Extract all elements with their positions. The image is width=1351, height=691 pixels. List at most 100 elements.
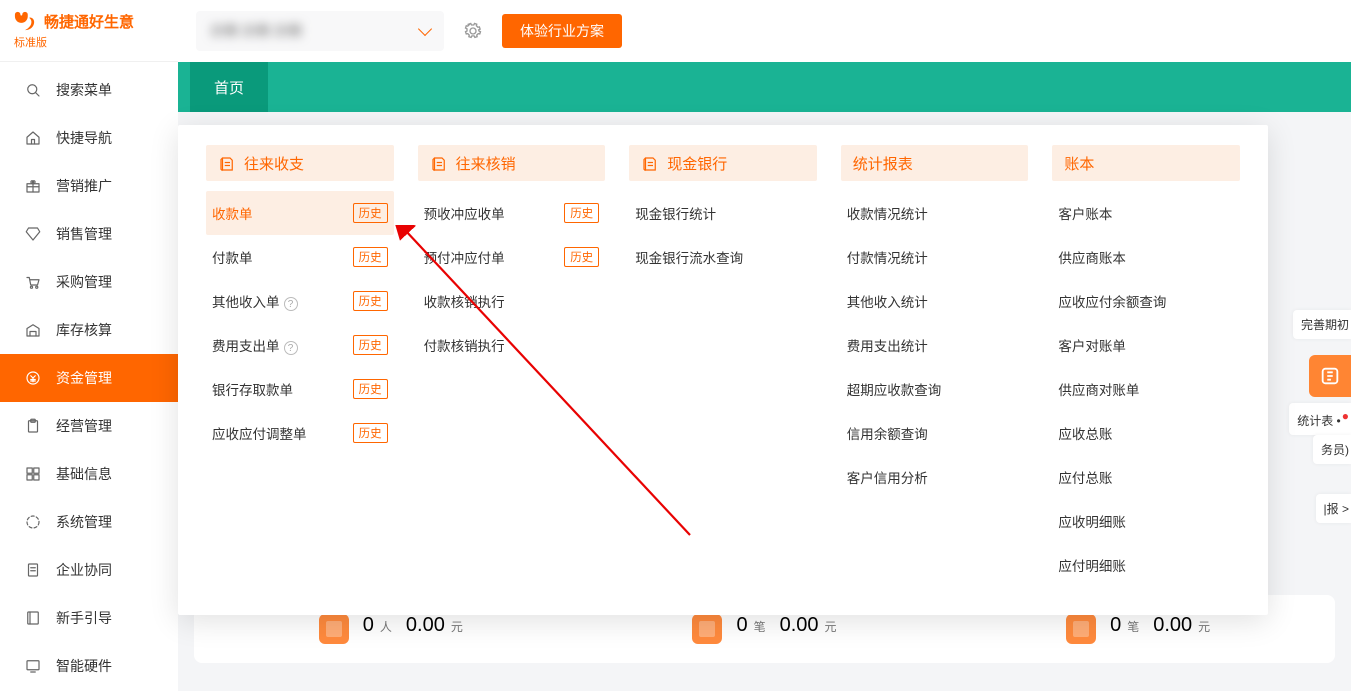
mega-column-3: 统计报表收款情况统计付款情况统计其他收入统计费用支出统计超期应收款查询信用余额查… [829,145,1041,595]
mega-item-3-1[interactable]: 付款情况统计 [841,235,1029,279]
mega-column-head: 账本 [1052,145,1240,181]
history-tag[interactable]: 历史 [353,203,388,223]
mega-item-3-3[interactable]: 费用支出统计 [841,323,1029,367]
nav-item-1[interactable]: 快捷导航 [0,114,178,162]
mega-item-3-2[interactable]: 其他收入统计 [841,279,1029,323]
mega-item-4-5[interactable]: 应收总账 [1052,411,1240,455]
right-shortcut-setup[interactable]: 完善期初 [1293,310,1351,339]
nav-item-9[interactable]: 系统管理 [0,498,178,546]
stat-c-currency: 元 [1198,618,1210,635]
mega-list: 预收冲应收单历史预付冲应付单历史收款核销执行付款核销执行 [418,191,606,367]
history-tag[interactable]: 历史 [353,423,388,443]
right-shortcut-staff[interactable]: 务员) [1313,435,1351,464]
right-shortcut-stats[interactable]: 统计表 •● [1289,403,1351,435]
grid-icon [24,465,42,483]
stat-c-icon [1066,614,1096,644]
stat-a-unit: 人 [380,618,392,635]
nav-item-6[interactable]: 资金管理 [0,354,178,402]
mega-item-label: 供应商账本 [1058,247,1126,267]
mega-item-1-0[interactable]: 预收冲应收单历史 [418,191,606,235]
nav-item-2[interactable]: 营销推广 [0,162,178,210]
nav-item-0[interactable]: 搜索菜单 [0,66,178,114]
org-selector-label: 示例 示例 示例 [210,21,302,41]
mega-item-4-0[interactable]: 客户账本 [1052,191,1240,235]
mega-item-3-6[interactable]: 客户信用分析 [841,455,1029,499]
mega-item-label: 信用余额查询 [847,423,928,443]
history-tag[interactable]: 历史 [353,247,388,267]
mega-item-4-6[interactable]: 应付总账 [1052,455,1240,499]
right-badge-icon[interactable] [1309,355,1351,397]
mega-item-4-2[interactable]: 应收应付余额查询 [1052,279,1240,323]
history-tag[interactable]: 历史 [353,291,388,311]
mega-item-4-3[interactable]: 客户对账单 [1052,323,1240,367]
mega-item-4-1[interactable]: 供应商账本 [1052,235,1240,279]
mega-item-label: 应收明细账 [1058,511,1126,531]
mega-item-0-0[interactable]: 收款单历史 [206,191,394,235]
tab-home[interactable]: 首页 [190,62,268,112]
mega-item-2-1[interactable]: 现金银行流水查询 [629,235,817,279]
stat-a-amount: 0.00 [406,614,445,637]
mega-item-label: 超期应收款查询 [847,379,942,399]
mega-item-4-8[interactable]: 应付明细账 [1052,543,1240,587]
doc-icon [218,154,236,172]
mega-item-2-0[interactable]: 现金银行统计 [629,191,817,235]
settings-button[interactable] [458,16,488,46]
nav-item-label: 采购管理 [56,272,112,292]
experience-plan-button[interactable]: 体验行业方案 [502,14,622,48]
history-tag[interactable]: 历史 [353,335,388,355]
mega-item-0-3[interactable]: 费用支出单? 历史 [206,323,394,367]
stat-a: 0 人 0.00 元 [319,614,463,644]
mega-item-label: 付款核销执行 [424,335,505,355]
nav-item-4[interactable]: 采购管理 [0,258,178,306]
mega-list: 收款情况统计付款情况统计其他收入统计费用支出统计超期应收款查询信用余额查询客户信… [841,191,1029,499]
mega-column-head: 统计报表 [841,145,1029,181]
mega-item-3-5[interactable]: 信用余额查询 [841,411,1029,455]
book-icon [24,609,42,627]
stat-b: 0 笔 0.00 元 [692,614,836,644]
stat-a-currency: 元 [451,618,463,635]
cart-icon [24,273,42,291]
mega-item-label: 费用支出单? [212,335,298,356]
nav-item-11[interactable]: 新手引导 [0,594,178,642]
brand-subtitle: 标准版 [14,34,164,50]
mega-item-label: 银行存取款单 [212,379,293,399]
mega-column-title: 往来收支 [244,153,304,174]
nav-item-5[interactable]: 库存核算 [0,306,178,354]
nav-item-10[interactable]: 企业协同 [0,546,178,594]
mega-item-4-4[interactable]: 供应商对账单 [1052,367,1240,411]
help-icon: ? [284,341,298,355]
home-icon [24,129,42,147]
history-tag[interactable]: 历史 [353,379,388,399]
mega-item-label: 应收应付调整单 [212,423,307,443]
mega-item-0-2[interactable]: 其他收入单?历史 [206,279,394,323]
nav-item-label: 销售管理 [56,224,112,244]
gift-icon [24,177,42,195]
mega-column-title: 统计报表 [853,153,913,174]
mega-item-1-1[interactable]: 预付冲应付单历史 [418,235,606,279]
history-tag[interactable]: 历史 [564,203,599,223]
mega-item-0-5[interactable]: 应收应付调整单 历史 [206,411,394,455]
stat-b-amount: 0.00 [780,614,819,637]
mega-item-label: 客户信用分析 [847,467,928,487]
mega-list: 客户账本供应商账本应收应付余额查询客户对账单供应商对账单应收总账应付总账应收明细… [1052,191,1240,587]
ring-icon [24,513,42,531]
nav-item-12[interactable]: 智能硬件 [0,642,178,690]
mega-item-3-4[interactable]: 超期应收款查询 [841,367,1029,411]
nav-item-8[interactable]: 基础信息 [0,450,178,498]
nav-item-7[interactable]: 经营管理 [0,402,178,450]
nav-item-label: 智能硬件 [56,656,112,676]
stat-a-icon [319,614,349,644]
mega-item-4-7[interactable]: 应收明细账 [1052,499,1240,543]
org-selector[interactable]: 示例 示例 示例 [196,11,444,51]
mega-item-1-2[interactable]: 收款核销执行 [418,279,606,323]
mega-list: 收款单历史付款单历史其他收入单?历史费用支出单?历史银行存取款单历史应收应付调整… [206,191,394,455]
mega-item-3-0[interactable]: 收款情况统计 [841,191,1029,235]
mega-column-title: 账本 [1064,153,1094,174]
mega-column-title: 现金银行 [667,153,727,174]
right-shortcut-report[interactable]: |报 > [1316,494,1351,523]
history-tag[interactable]: 历史 [564,247,599,267]
mega-item-0-1[interactable]: 付款单历史 [206,235,394,279]
nav-item-3[interactable]: 销售管理 [0,210,178,258]
mega-item-1-3[interactable]: 付款核销执行 [418,323,606,367]
mega-item-0-4[interactable]: 银行存取款单 历史 [206,367,394,411]
